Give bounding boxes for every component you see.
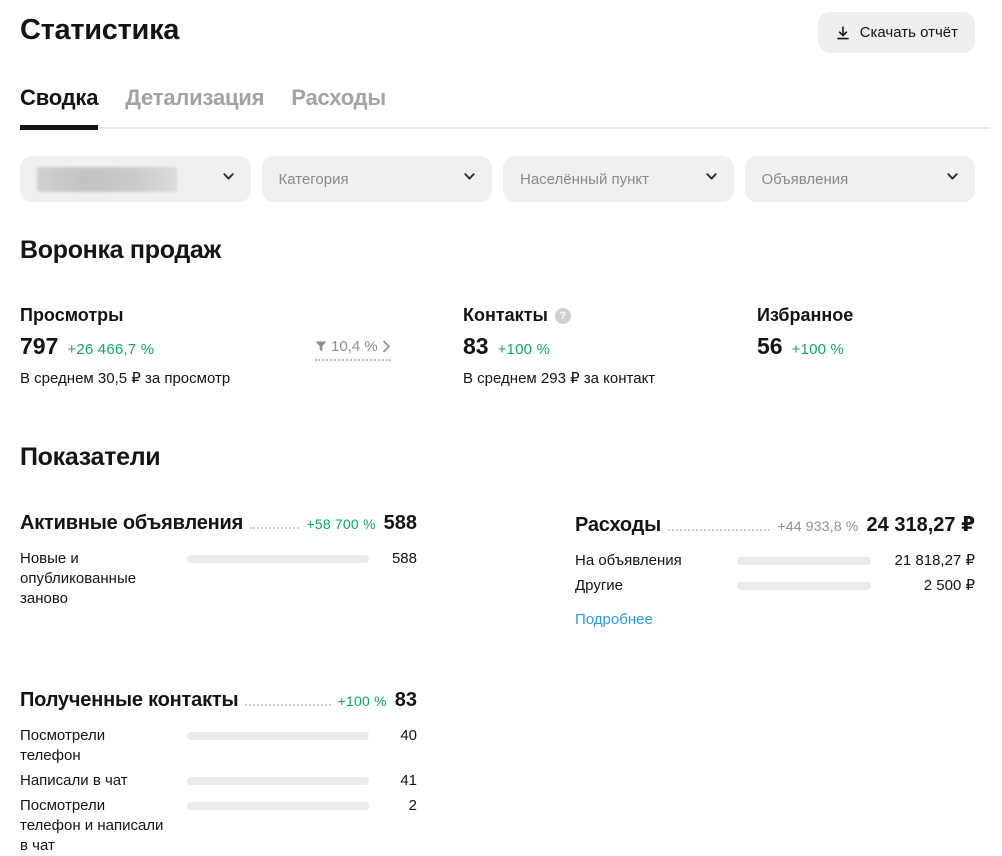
redacted-account-value <box>37 166 177 192</box>
bar-track <box>187 549 369 569</box>
favorites-delta: +100 % <box>791 341 845 358</box>
chevron-down-icon <box>221 169 236 189</box>
page-title: Статистика <box>20 14 180 46</box>
contacts-title: Контакты <box>463 305 548 325</box>
expenses-title: Расходы <box>575 514 662 536</box>
active-ads-title: Активные объявления <box>20 512 244 534</box>
tab-summary[interactable]: Сводка <box>20 85 98 130</box>
views-subtitle: В среднем 30,5 ₽ за просмотр <box>20 370 231 387</box>
metric-active-ads: Активные объявления +58 700 % 588 Новые … <box>20 512 417 629</box>
filter-ads-dropdown[interactable]: Объявления <box>744 156 975 202</box>
contacts-subtitle: В среднем 293 ₽ за контакт <box>463 370 656 387</box>
funnel-row: Просмотры 797 +26 466,7 % В среднем 30,5… <box>20 305 975 387</box>
funnel-card-views: Просмотры 797 +26 466,7 % В среднем 30,5… <box>20 305 315 387</box>
metric-row: На объявления 21 818,27 ₽ <box>575 551 975 571</box>
chevron-down-icon <box>704 169 719 189</box>
row-label: Посмотрели телефон и написали в чат <box>20 797 164 854</box>
row-value: 2 500 ₽ <box>923 577 975 594</box>
metric-row: Написали в чат 41 <box>20 771 417 791</box>
chevron-down-icon <box>462 169 477 189</box>
indicators-heading: Показатели <box>20 443 161 471</box>
filter-category-dropdown[interactable]: Категория <box>261 156 492 202</box>
active-ads-delta: +58 700 % <box>306 516 376 532</box>
funnel-heading: Воронка продаж <box>20 236 221 264</box>
metrics-grid: Активные объявления +58 700 % 588 Новые … <box>20 512 975 856</box>
received-contacts-total: 83 <box>394 689 417 711</box>
funnel-card-contacts: Контакты ? 83 +100 % В среднем 293 ₽ за … <box>463 305 757 387</box>
received-contacts-delta: +100 % <box>337 693 387 709</box>
bar-track <box>737 551 871 571</box>
metric-row: Новые и опубликованные заново 588 <box>20 549 417 609</box>
topbar: Статистика Скачать отчёт <box>20 12 975 53</box>
expenses-delta: +44 933,8 % <box>777 518 859 534</box>
funnel-icon <box>315 341 327 353</box>
bar-track <box>187 771 369 791</box>
bar-track <box>187 796 369 816</box>
filter-account-dropdown[interactable] <box>20 156 251 202</box>
download-report-button[interactable]: Скачать отчёт <box>817 12 975 53</box>
row-value: 40 <box>400 727 417 744</box>
metric-row: Посмотрели телефон и написали в чат 2 <box>20 796 417 856</box>
row-label: На объявления <box>575 552 682 569</box>
favorites-value: 56 <box>757 333 783 359</box>
received-contacts-title: Полученные контакты <box>20 689 239 711</box>
row-value: 2 <box>408 797 417 814</box>
filter-location-dropdown[interactable]: Населённый пункт <box>503 156 734 202</box>
metric-expenses: Расходы +44 933,8 % 24 318,27 ₽ На объяв… <box>575 512 975 629</box>
row-label: Посмотрели телефон <box>20 727 106 764</box>
row-value: 21 818,27 ₽ <box>894 552 975 569</box>
filters-row: Категория Населённый пункт Объявления <box>20 156 975 202</box>
bar-track <box>737 576 871 596</box>
empty-cell <box>575 689 975 856</box>
dotted-leader <box>668 529 771 531</box>
filter-ads-label: Объявления <box>761 170 849 188</box>
row-value: 41 <box>400 772 417 789</box>
contacts-value: 83 <box>463 333 489 359</box>
views-title: Просмотры <box>20 305 124 325</box>
download-report-label: Скачать отчёт <box>859 24 958 41</box>
dotted-leader <box>245 704 331 706</box>
metric-received-contacts: Полученные контакты +100 % 83 Посмотрели… <box>20 689 417 856</box>
metric-row: Посмотрели телефон 40 <box>20 726 417 766</box>
download-icon <box>835 25 851 41</box>
favorites-title: Избранное <box>757 305 854 325</box>
chevron-right-icon <box>382 340 391 353</box>
tab-details[interactable]: Детализация <box>125 85 264 130</box>
conversion-wrap: 10,4 % <box>315 305 463 387</box>
tab-expenses[interactable]: Расходы <box>291 85 386 130</box>
funnel-card-favorites: Избранное 56 +100 % <box>757 305 975 387</box>
row-label: Написали в чат <box>20 772 128 789</box>
row-label: Новые и опубликованные заново <box>20 550 137 607</box>
metric-row: Другие 2 500 ₽ <box>575 576 975 596</box>
bar-track <box>187 726 369 746</box>
contacts-delta: +100 % <box>497 341 551 358</box>
statistics-page: Статистика Скачать отчёт Сводка Детализа… <box>0 0 1002 856</box>
conversion-badge[interactable]: 10,4 % <box>315 338 391 361</box>
chevron-down-icon <box>945 169 960 189</box>
expenses-total: 24 318,27 ₽ <box>866 514 975 536</box>
views-delta: +26 466,7 % <box>67 341 155 358</box>
tabs-bar: Сводка Детализация Расходы <box>20 85 990 130</box>
conversion-value: 10,4 % <box>331 338 378 355</box>
row-label: Другие <box>575 577 624 594</box>
views-value: 797 <box>20 333 59 359</box>
row-value: 588 <box>391 550 417 567</box>
help-icon[interactable]: ? <box>554 307 571 324</box>
dotted-leader <box>250 527 300 529</box>
filter-location-label: Населённый пункт <box>520 170 650 188</box>
active-ads-total: 588 <box>383 512 417 534</box>
expenses-details-link[interactable]: Подробнее <box>575 611 653 628</box>
filter-category-label: Категория <box>278 170 349 188</box>
